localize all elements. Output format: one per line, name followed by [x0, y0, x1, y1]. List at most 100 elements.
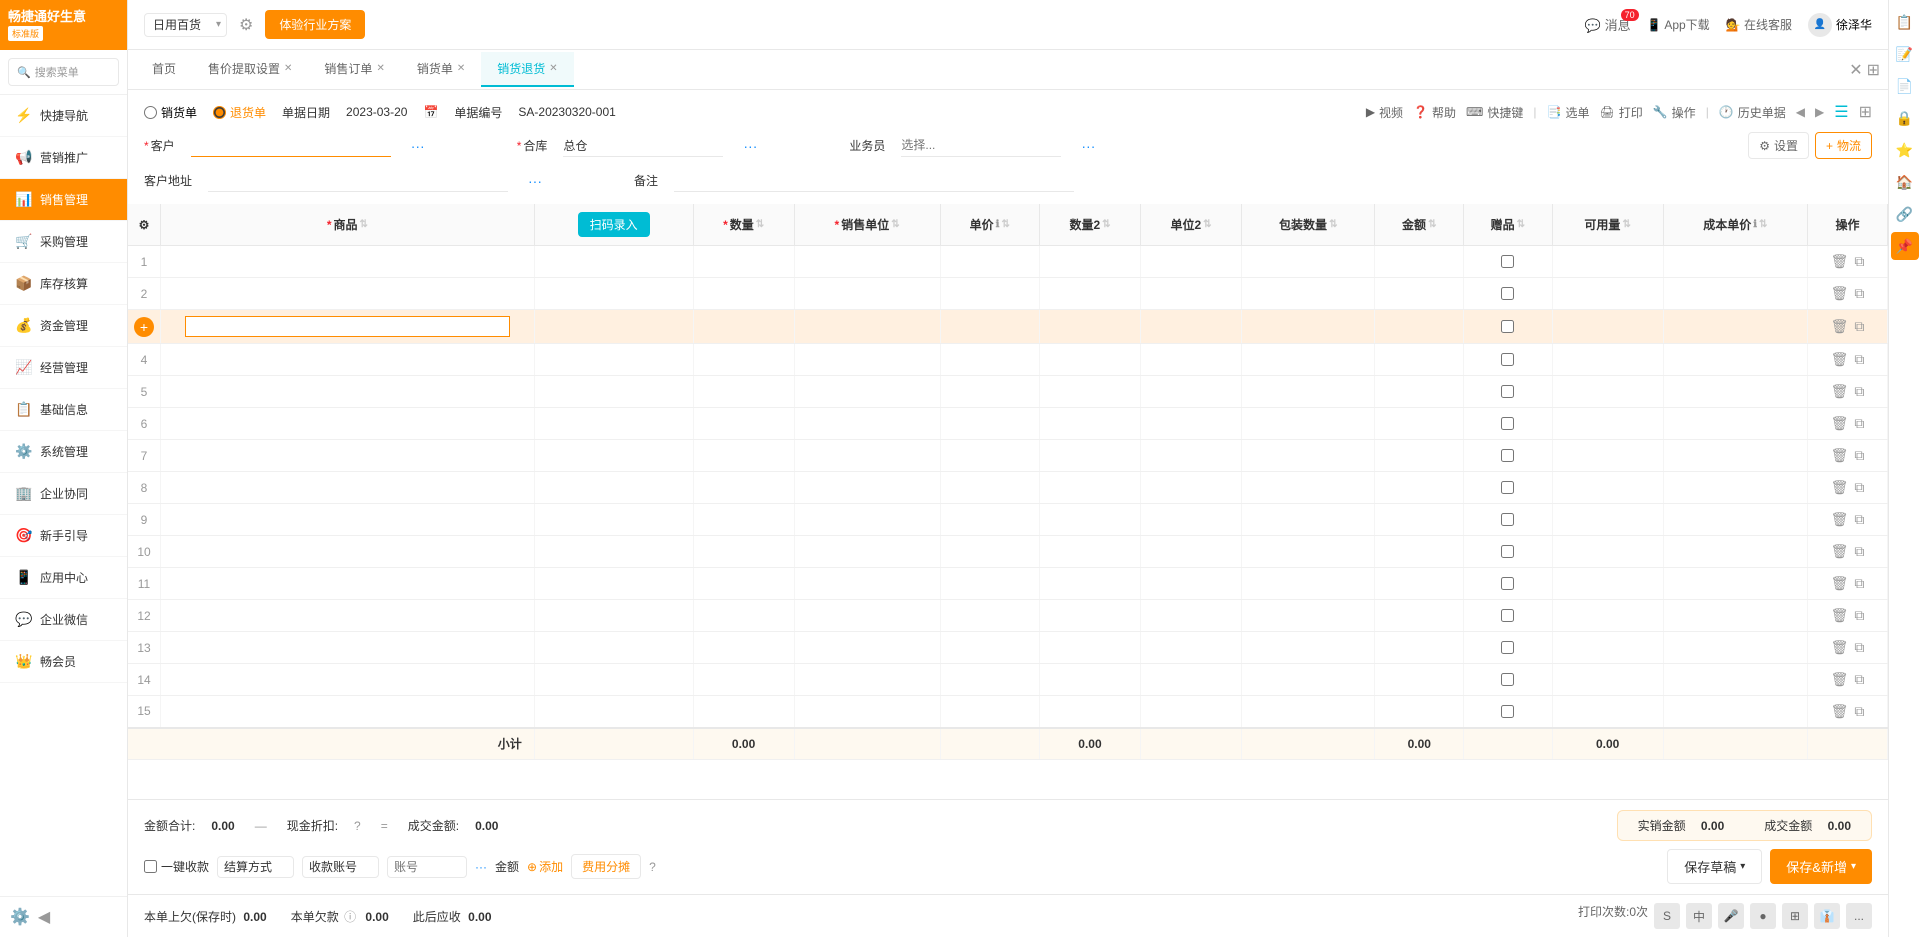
unit2-cell-3[interactable]	[1141, 310, 1242, 344]
quick-payment-input[interactable]	[144, 860, 157, 873]
toolbar-video[interactable]: ▶ 视频	[1366, 104, 1403, 121]
price-info-icon[interactable]: ℹ	[996, 219, 1000, 230]
copy-icon-14[interactable]: ⧉	[1854, 671, 1864, 688]
packqty-cell-3[interactable]	[1242, 310, 1375, 344]
unit-sort-icon[interactable]: ⇅	[891, 219, 899, 230]
radio-delivery-input[interactable]	[144, 106, 157, 119]
warehouse-input[interactable]	[563, 134, 723, 157]
radio-return-input[interactable]	[213, 106, 226, 119]
footer-icon-3[interactable]: 🎤	[1718, 903, 1744, 929]
tab-close-icon[interactable]: ✕	[1849, 60, 1862, 80]
avail-cell-2[interactable]	[1552, 278, 1663, 310]
toolbar-select[interactable]: 📑 选单	[1547, 104, 1590, 121]
search-menu-button[interactable]: 🔍 搜索菜单	[8, 58, 119, 86]
product-input-3[interactable]	[185, 316, 510, 337]
address-input[interactable]	[208, 169, 508, 192]
tab-sales-delivery[interactable]: 销货单 ✕	[401, 52, 481, 87]
customer-dots[interactable]: ···	[411, 138, 425, 154]
settings-bottom-icon[interactable]: ⚙️	[10, 907, 30, 927]
amount-cell-3[interactable]	[1375, 310, 1464, 344]
radio-delivery[interactable]: 销货单	[144, 104, 197, 121]
gift-cell-2[interactable]	[1464, 278, 1553, 310]
footer-icon-7[interactable]: ...	[1846, 903, 1872, 929]
delete-icon-3[interactable]: 🗑	[1831, 318, 1849, 335]
fee-help-icon[interactable]: ?	[649, 860, 656, 874]
right-icon-home[interactable]: 🏠	[1891, 168, 1919, 196]
qty-cell-1[interactable]	[693, 246, 794, 278]
cost-info-icon[interactable]: ℹ	[1753, 219, 1757, 230]
th-settings[interactable]: ⚙	[128, 204, 161, 246]
delete-icon-10[interactable]: 🗑	[1831, 543, 1849, 560]
copy-icon-8[interactable]: ⧉	[1854, 479, 1864, 496]
add-row-button[interactable]: +	[134, 317, 154, 337]
toolbar-help[interactable]: ❓ 帮助	[1413, 104, 1456, 121]
settings-form-btn[interactable]: ⚙ 设置	[1748, 132, 1809, 159]
gift-checkbox-4[interactable]	[1501, 353, 1514, 366]
staff-dots[interactable]: ···	[1081, 138, 1095, 154]
tab-sales-delivery-close[interactable]: ✕	[457, 63, 465, 74]
price-cell-3[interactable]	[940, 310, 1039, 344]
note-input[interactable]	[674, 169, 1074, 192]
sidebar-item-finance[interactable]: 💰 资金管理	[0, 305, 127, 347]
delete-icon-6[interactable]: 🗑	[1831, 415, 1849, 432]
view-list-icon[interactable]: ☰	[1834, 102, 1848, 122]
qty2-cell-2[interactable]	[1039, 278, 1140, 310]
price-cell-2[interactable]	[940, 278, 1039, 310]
gift-checkbox-14[interactable]	[1501, 673, 1514, 686]
address-dots[interactable]: ···	[528, 173, 542, 189]
qty2-sort-icon[interactable]: ⇅	[1102, 219, 1110, 230]
sidebar-item-member[interactable]: 👑 畅会员	[0, 641, 127, 683]
account-input[interactable]	[387, 856, 467, 878]
copy-icon-7[interactable]: ⧉	[1854, 447, 1864, 464]
sidebar-item-basic[interactable]: 📋 基础信息	[0, 389, 127, 431]
staff-input[interactable]	[901, 134, 1061, 157]
gift-checkbox-3[interactable]	[1501, 320, 1514, 333]
copy-icon-12[interactable]: ⧉	[1854, 607, 1864, 624]
cost-sort-icon[interactable]: ⇅	[1759, 219, 1767, 230]
fee-split-button[interactable]: 费用分摊	[571, 854, 641, 879]
copy-icon-10[interactable]: ⧉	[1854, 543, 1864, 560]
avail-sort-icon[interactable]: ⇅	[1622, 219, 1630, 230]
sidebar-item-enterprise[interactable]: 🏢 企业协同	[0, 473, 127, 515]
online-service-button[interactable]: 💁 在线客服	[1726, 16, 1792, 33]
copy-icon-5[interactable]: ⧉	[1854, 383, 1864, 400]
toolbar-print[interactable]: 🖨 打印	[1599, 104, 1642, 121]
sidebar-item-newbie[interactable]: 🎯 新手引导	[0, 515, 127, 557]
copy-icon-4[interactable]: ⧉	[1854, 351, 1864, 368]
warehouse-dots[interactable]: ···	[743, 138, 757, 154]
footer-icon-5[interactable]: ⊞	[1782, 903, 1808, 929]
copy-icon-2[interactable]: ⧉	[1854, 285, 1864, 302]
radio-return[interactable]: 退货单	[213, 104, 266, 121]
packqty-cell-1[interactable]	[1242, 246, 1375, 278]
save-draft-button[interactable]: 保存草稿 ▾	[1667, 849, 1762, 884]
product-sort-icon[interactable]: ⇅	[360, 219, 368, 230]
footer-icon-2[interactable]: 中	[1686, 903, 1712, 929]
toolbar-operate[interactable]: 🔧 操作	[1653, 104, 1696, 121]
quick-payment-checkbox[interactable]: 一键收款	[144, 858, 209, 875]
footer-icon-1[interactable]: S	[1654, 903, 1680, 929]
delete-icon-1[interactable]: 🗑	[1831, 253, 1849, 270]
product-cell-3[interactable]	[161, 310, 535, 344]
copy-icon-11[interactable]: ⧉	[1854, 575, 1864, 592]
gift-checkbox-8[interactable]	[1501, 481, 1514, 494]
sidebar-item-wechat[interactable]: 💬 企业微信	[0, 599, 127, 641]
account-dots[interactable]: ···	[475, 860, 487, 874]
sidebar-item-shortcut[interactable]: ⚡ 快捷导航	[0, 95, 127, 137]
unit-cell-2[interactable]	[794, 278, 940, 310]
sidebar-item-sales[interactable]: 📊 销售管理	[0, 179, 127, 221]
packqty-cell-2[interactable]	[1242, 278, 1375, 310]
message-button[interactable]: 💬 消息 70	[1585, 15, 1631, 34]
gift-cell-3[interactable]	[1464, 310, 1553, 344]
unit2-cell-1[interactable]	[1141, 246, 1242, 278]
topbar-gear-icon[interactable]: ⚙	[239, 15, 253, 35]
gift-cell-1[interactable]	[1464, 246, 1553, 278]
view-grid-icon[interactable]: ⊞	[1859, 102, 1872, 122]
tab-sales-order-close[interactable]: ✕	[376, 63, 384, 74]
copy-icon-6[interactable]: ⧉	[1854, 415, 1864, 432]
qty2-cell-3[interactable]	[1039, 310, 1140, 344]
scan-input-button[interactable]: 扫码录入	[578, 212, 650, 237]
right-icon-star[interactable]: ⭐	[1891, 136, 1919, 164]
qty2-cell-1[interactable]	[1039, 246, 1140, 278]
right-icon-link[interactable]: 🔗	[1891, 200, 1919, 228]
tab-expand-icon[interactable]: ⊞	[1867, 60, 1880, 80]
